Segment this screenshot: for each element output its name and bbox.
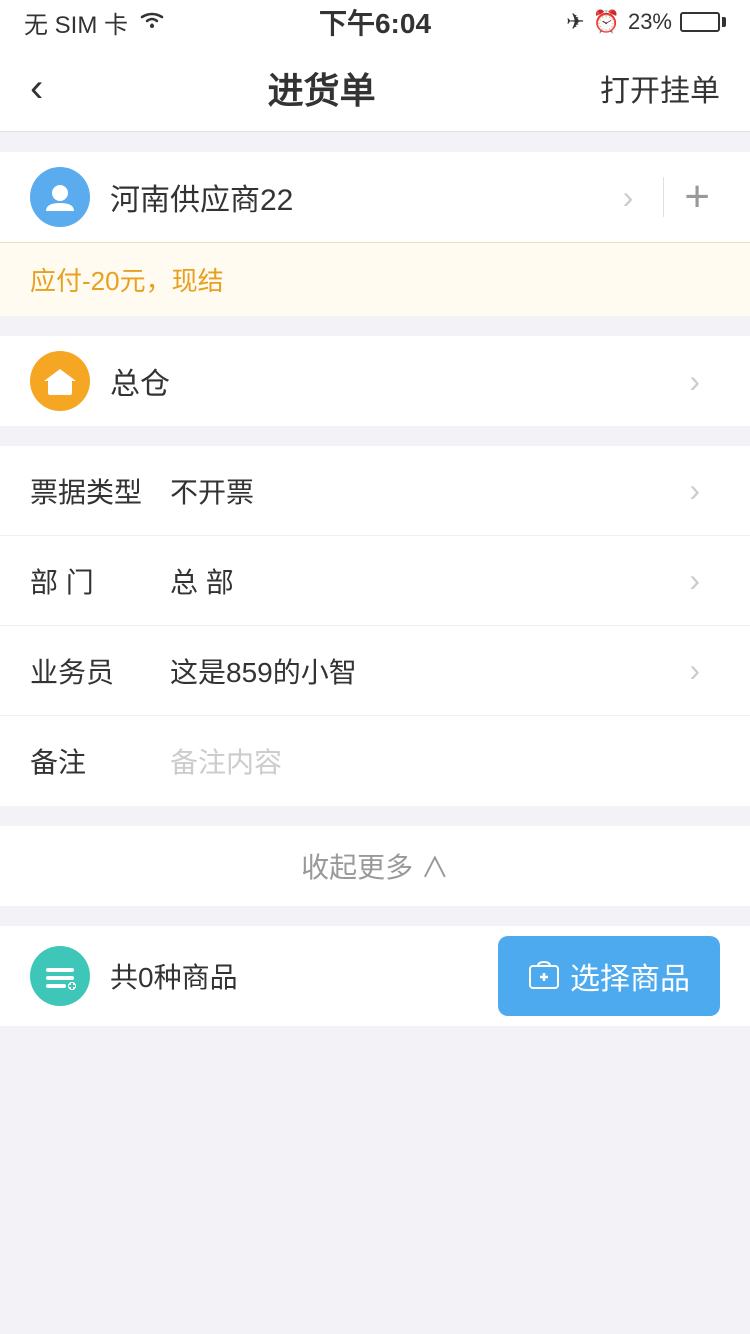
remark-label: 备注 [30,741,150,781]
invoice-value: 不开票 [150,471,689,511]
open-pending-button[interactable]: 打开挂单 [600,66,720,110]
department-chevron-icon: › [689,562,700,599]
back-button[interactable]: ‹ [30,68,43,108]
warehouse-icon [30,351,90,411]
product-icon [30,946,90,1006]
department-value: 总 部 [150,561,689,601]
invoice-chevron-icon: › [689,472,700,509]
bottom-bar: 共0种商品 选择商品 [0,926,750,1026]
supplier-name: 河南供应商22 [110,175,623,219]
supplier-row[interactable]: 河南供应商22 › + [0,152,750,242]
collapse-label: 收起更多 ∧ [301,846,449,886]
page-title: 进货单 [268,62,376,114]
salesperson-chevron-icon: › [689,652,700,689]
collapse-button[interactable]: 收起更多 ∧ [0,826,750,906]
invoice-label: 票据类型 [30,471,150,511]
wifi-icon [138,8,166,36]
location-icon: ✈ [566,9,584,35]
supplier-divider [663,177,664,217]
carrier-label: 无 SIM 卡 [24,5,128,40]
warehouse-row[interactable]: 总仓 › [0,336,750,426]
add-supplier-button[interactable]: + [674,172,720,222]
department-label: 部 门 [30,561,150,601]
form-row-salesperson[interactable]: 业务员 这是859的小智 › [0,626,750,716]
salesperson-value: 这是859的小智 [150,651,689,691]
status-bar: 无 SIM 卡 下午6:04 ✈ ⏰ 23% [0,0,750,44]
form-row-department[interactable]: 部 门 总 部 › [0,536,750,626]
alarm-icon: ⏰ [593,9,620,35]
product-count: 共0种商品 [110,956,498,996]
section-gap-1 [0,132,750,152]
salesperson-label: 业务员 [30,651,150,691]
select-product-button[interactable]: 选择商品 [498,936,720,1016]
status-left: 无 SIM 卡 [24,5,166,40]
warehouse-name: 总仓 [110,359,689,403]
battery-icon [680,12,726,32]
status-right: ✈ ⏰ 23% [566,9,726,35]
warehouse-chevron-icon: › [689,363,700,400]
supplier-avatar [30,167,90,227]
notice-bar: 应付-20元，现结 [0,242,750,316]
status-time: 下午6:04 [319,2,431,42]
battery-percent: 23% [628,9,672,35]
form-row-invoice[interactable]: 票据类型 不开票 › [0,446,750,536]
remark-input[interactable]: 备注内容 [150,741,720,781]
form-row-remark[interactable]: 备注 备注内容 [0,716,750,806]
supplier-section: 河南供应商22 › + 应付-20元，现结 [0,152,750,316]
nav-bar: ‹ 进货单 打开挂单 [0,44,750,132]
supplier-chevron-icon: › [623,179,634,216]
select-product-label: 选择商品 [570,954,690,998]
form-section: 票据类型 不开票 › 部 门 总 部 › 业务员 这是859的小智 › 备注 备… [0,446,750,806]
